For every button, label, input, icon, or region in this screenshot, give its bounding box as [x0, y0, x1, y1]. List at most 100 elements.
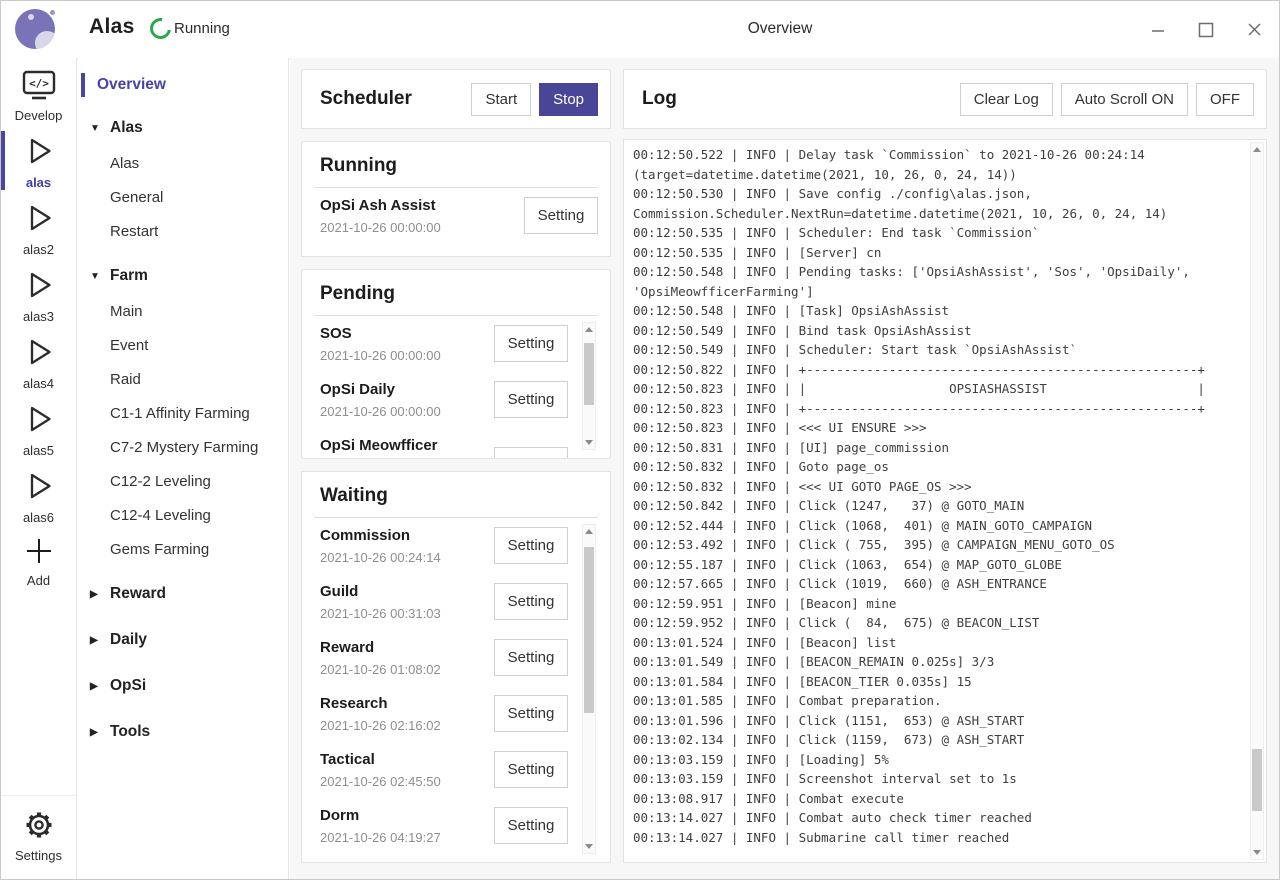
task-row: Reward2021-10-26 01:08:02Setting	[320, 630, 568, 686]
nav-item-restart[interactable]: Restart	[78, 214, 288, 248]
scroll-up-button[interactable]	[583, 323, 595, 336]
chevron-right-icon: ▶	[90, 635, 101, 646]
waiting-scrollbar[interactable]	[582, 524, 596, 854]
scroll-down-button[interactable]	[583, 840, 595, 853]
nav-item-c12-4-leveling[interactable]: C12-4 Leveling	[78, 498, 288, 532]
task-setting-button[interactable]: Setting	[494, 527, 568, 564]
log-line: 00:12:50.535 | INFO | Scheduler: End tas…	[633, 223, 1240, 243]
maximize-button[interactable]	[1191, 15, 1221, 45]
log-line: 00:13:02.134 | INFO | Click (1159, 673) …	[633, 730, 1240, 750]
nav-item-raid[interactable]: Raid	[78, 362, 288, 396]
scrollbar-thumb[interactable]	[1252, 749, 1262, 811]
stop-button[interactable]: Stop	[539, 83, 598, 116]
task-setting-button[interactable]: Setting	[494, 381, 568, 418]
scrollbar-track[interactable]	[1251, 156, 1263, 846]
plus-icon	[24, 536, 54, 571]
log-line: 00:12:50.823 | INFO | <<< UI ENSURE >>>	[633, 418, 1240, 438]
scrollbar-track[interactable]	[583, 538, 595, 840]
chevron-down-icon: ▼	[90, 271, 101, 282]
nav-item-c7-2-mystery-farming[interactable]: C7-2 Mystery Farming	[78, 430, 288, 464]
nav-group-label: Tools	[110, 723, 150, 741]
nav-item-c1-1-affinity-farming[interactable]: C1-1 Affinity Farming	[78, 396, 288, 430]
app-logo-icon	[15, 9, 55, 49]
nav-group-label: OpSi	[110, 677, 146, 695]
waiting-card: Waiting Commission2021-10-26 00:24:14Set…	[301, 471, 611, 863]
logo-dot	[50, 10, 55, 15]
auto-scroll-on-button[interactable]: Auto Scroll ON	[1061, 83, 1188, 116]
log-line: 00:13:03.159 | INFO | [Loading] 5%	[633, 750, 1240, 770]
log-scrollbar[interactable]	[1250, 142, 1264, 860]
task-row: Guild2021-10-26 00:31:03Setting	[320, 574, 568, 630]
nav-item-general[interactable]: General	[78, 180, 288, 214]
rail-item-settings[interactable]: Settings	[1, 804, 76, 869]
task-name: SOS	[320, 324, 494, 343]
pending-scrollbar[interactable]	[582, 322, 596, 450]
nav-group-label: Daily	[110, 631, 147, 649]
nav-group-tools[interactable]: ▶ Tools	[78, 714, 288, 750]
nav-group-alas[interactable]: ▼Alas	[78, 110, 288, 146]
scroll-down-button[interactable]	[583, 436, 595, 449]
task-row: Dorm 2021-10-26 04:19:27Setting	[320, 798, 568, 854]
rail-item-label: Settings	[15, 848, 62, 863]
scroll-down-button[interactable]	[1251, 846, 1263, 859]
scrollbar-thumb[interactable]	[584, 547, 594, 713]
clear-log-button[interactable]: Clear Log	[960, 83, 1053, 116]
task-next-run-time: 2021-10-26 00:31:03	[320, 606, 494, 621]
rail-item-alas5[interactable]: alas5	[1, 397, 76, 464]
log-line: 00:12:53.492 | INFO | Click ( 755, 395) …	[633, 535, 1240, 555]
rail-item-develop[interactable]: </>Develop	[1, 64, 76, 129]
nav-item-event[interactable]: Event	[78, 328, 288, 362]
log-line: 00:12:50.842 | INFO | Click (1247, 37) @…	[633, 496, 1240, 516]
task-name: Dorm	[320, 806, 494, 825]
task-setting-button[interactable]: Setting	[494, 325, 568, 362]
nav-item-main[interactable]: Main	[78, 294, 288, 328]
nav-group-farm[interactable]: ▼Farm	[78, 258, 288, 294]
task-next-run-time: 2021-10-26 04:19:27	[320, 830, 494, 845]
rail-item-alas3[interactable]: alas3	[1, 263, 76, 330]
waiting-title: Waiting	[320, 485, 592, 507]
play-icon	[22, 469, 56, 508]
task-setting-button[interactable]: Setting	[494, 583, 568, 620]
nav-group-opsi[interactable]: ▶OpSi	[78, 668, 288, 704]
log-line: 00:13:01.584 | INFO | [BEACON_TIER 0.035…	[633, 672, 1240, 692]
rail-item-alas6[interactable]: alas6	[1, 464, 76, 531]
rail-item-alas2[interactable]: alas2	[1, 196, 76, 263]
chevron-right-icon: ▶	[90, 727, 101, 738]
nav-item-alas[interactable]: Alas	[78, 146, 288, 180]
triangle-down-icon	[585, 844, 593, 849]
task-setting-button[interactable]: Setting	[494, 639, 568, 676]
pending-card: Pending SOS2021-10-26 00:00:00SettingOpS…	[301, 269, 611, 459]
task-setting-button[interactable]: Setting	[494, 807, 568, 844]
nav-item-c12-2-leveling[interactable]: C12-2 Leveling	[78, 464, 288, 498]
task-setting-button[interactable]: Setting	[494, 695, 568, 732]
rail-item-label: alas6	[23, 510, 54, 525]
nav-group-daily[interactable]: ▶ Daily	[78, 622, 288, 658]
running-card: Running OpSi Ash Assist2021-10-26 00:00:…	[301, 141, 611, 257]
rail-item-add[interactable]: Add	[1, 531, 76, 594]
task-row: OpSi Meowfficer Farming2021-10-26 00:00:…	[320, 428, 568, 458]
nav-menu: Overview ▼AlasAlasGeneralRestart ▼FarmMain…	[78, 58, 289, 879]
scroll-up-button[interactable]	[1251, 143, 1263, 156]
task-row: Shop2021-10-26 04:19:27Setting	[320, 854, 568, 862]
nav-group-reward[interactable]: ▶Reward	[78, 576, 288, 612]
scroll-up-button[interactable]	[583, 525, 595, 538]
task-setting-button[interactable]: Setting	[494, 751, 568, 788]
log-header-card: Log Clear Log Auto Scroll ON OFF	[623, 69, 1267, 129]
log-line: 00:13:01.524 | INFO | [Beacon] list	[633, 633, 1240, 653]
triangle-up-icon	[585, 327, 593, 332]
nav-item-gems-farming[interactable]: Gems Farming	[78, 532, 288, 566]
minimize-button[interactable]	[1143, 15, 1173, 45]
nav-item-overview-selected[interactable]: Overview	[78, 70, 288, 100]
scrollbar-thumb[interactable]	[584, 343, 594, 405]
running-spinner-icon	[146, 14, 175, 43]
auto-scroll-off-button[interactable]: OFF	[1196, 83, 1254, 116]
task-next-run-time: 2021-10-26 00:24:14	[320, 550, 494, 565]
running-title: Running	[320, 155, 592, 177]
task-setting-button[interactable]: Setting	[494, 447, 568, 459]
rail-item-alas[interactable]: alas	[1, 129, 76, 196]
rail-item-alas4[interactable]: alas4	[1, 330, 76, 397]
start-button[interactable]: Start	[471, 83, 531, 116]
close-button[interactable]	[1239, 15, 1269, 45]
task-setting-button[interactable]: Setting	[524, 197, 598, 234]
scrollbar-track[interactable]	[583, 336, 595, 436]
